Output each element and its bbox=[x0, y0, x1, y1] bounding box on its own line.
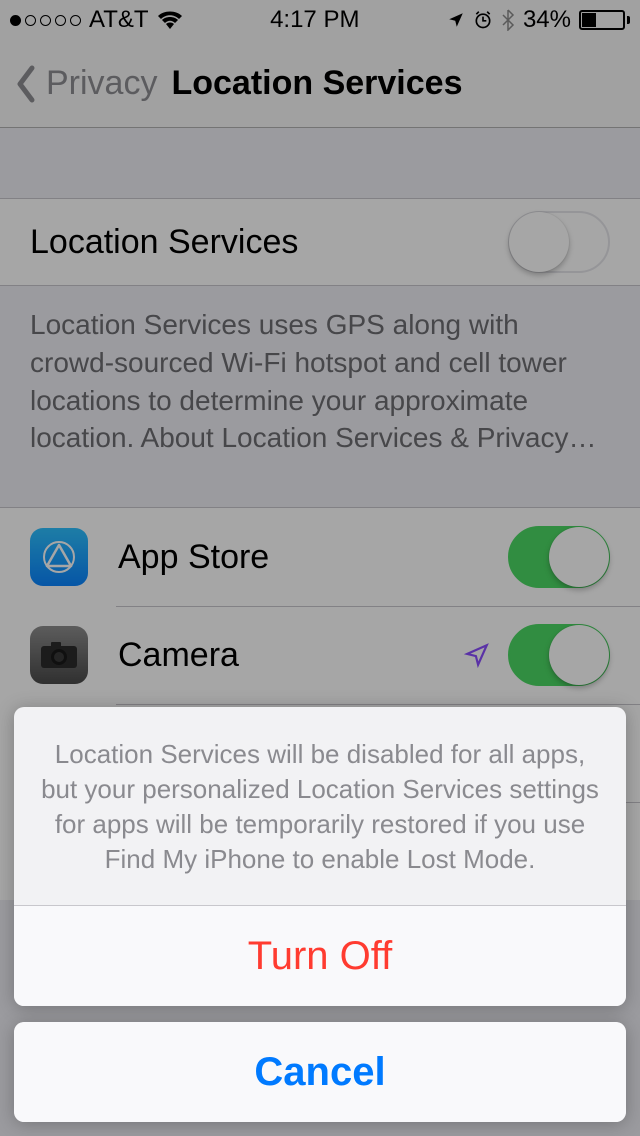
signal-strength-icon bbox=[10, 15, 81, 26]
app-toggle[interactable] bbox=[508, 526, 610, 588]
location-services-toggle[interactable] bbox=[508, 211, 610, 273]
alarm-icon bbox=[473, 10, 493, 30]
action-sheet: Location Services will be disabled for a… bbox=[14, 707, 626, 1122]
appstore-icon bbox=[30, 528, 88, 586]
location-services-label: Location Services bbox=[30, 223, 508, 262]
status-bar: AT&T 4:17 PM 34% bbox=[0, 0, 640, 40]
action-sheet-message: Location Services will be disabled for a… bbox=[14, 707, 626, 905]
screen: AT&T 4:17 PM 34% Privacy Location Servic… bbox=[0, 0, 640, 1136]
app-toggle[interactable] bbox=[508, 624, 610, 686]
cancel-button[interactable]: Cancel bbox=[14, 1022, 626, 1122]
status-time: 4:17 PM bbox=[270, 6, 359, 34]
app-name-label: App Store bbox=[118, 538, 508, 577]
back-chevron-icon[interactable] bbox=[14, 64, 38, 104]
page-title: Location Services bbox=[171, 64, 462, 103]
bluetooth-icon bbox=[501, 9, 515, 31]
wifi-icon bbox=[157, 10, 183, 30]
nav-bar: Privacy Location Services bbox=[0, 40, 640, 128]
battery-percent: 34% bbox=[523, 6, 571, 34]
status-right: 34% bbox=[447, 6, 630, 34]
battery-icon bbox=[579, 10, 630, 30]
action-sheet-group: Location Services will be disabled for a… bbox=[14, 707, 626, 1006]
location-services-row: Location Services bbox=[0, 198, 640, 286]
app-row-appstore[interactable]: App Store bbox=[0, 508, 640, 606]
location-arrow-icon bbox=[447, 11, 465, 29]
camera-icon bbox=[30, 626, 88, 684]
location-recent-icon bbox=[464, 642, 490, 668]
carrier-label: AT&T bbox=[89, 6, 149, 34]
action-sheet-cancel-group: Cancel bbox=[14, 1022, 626, 1122]
turn-off-button[interactable]: Turn Off bbox=[14, 906, 626, 1006]
location-services-description: Location Services uses GPS along with cr… bbox=[0, 286, 640, 507]
app-row-camera[interactable]: Camera bbox=[0, 606, 640, 704]
status-left: AT&T bbox=[10, 6, 183, 34]
back-button[interactable]: Privacy bbox=[46, 64, 157, 103]
app-name-label: Camera bbox=[118, 636, 464, 675]
